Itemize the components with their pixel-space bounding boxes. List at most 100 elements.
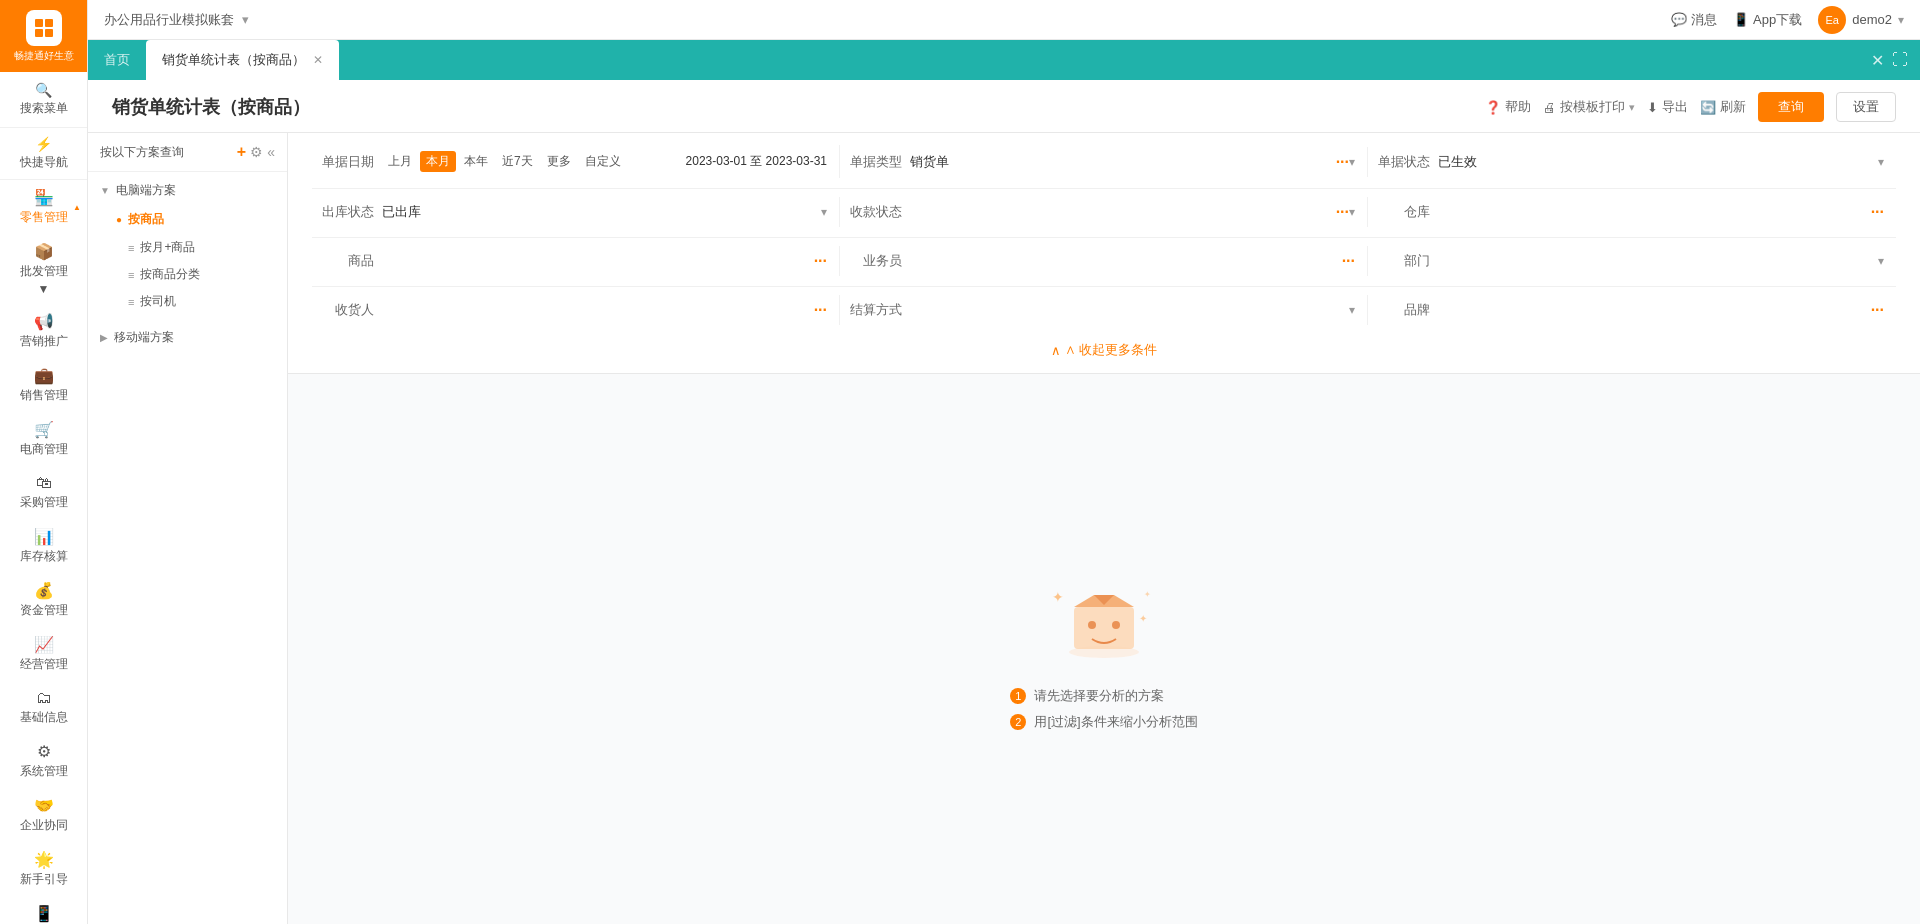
content: 销货单统计表（按商品） ❓ 帮助 🖨 按模板打印 ▾ ⬇ 导出 xyxy=(88,80,1920,924)
filter-row-2: 出库状态 已出库 ▾ 收款状态 ··· ▾ xyxy=(312,188,1896,227)
tab-sales-stats[interactable]: 销货单统计表（按商品） ✕ xyxy=(146,40,339,80)
goods-input[interactable] xyxy=(382,254,810,269)
brand-dots[interactable]: ··· xyxy=(1871,301,1884,319)
scheme-group-mobile-header[interactable]: ▶ 移动端方案 xyxy=(88,323,287,352)
sidebar-item-marketing[interactable]: 📢 营销推广 xyxy=(0,304,87,358)
avatar: Ea xyxy=(1818,6,1846,34)
dept-label: 部门 xyxy=(1368,252,1438,270)
svg-text:✦: ✦ xyxy=(1144,590,1151,599)
salesperson-dots[interactable]: ··· xyxy=(1342,252,1355,270)
scheme-panel-actions: + ⚙ « xyxy=(237,143,275,161)
payment-method-arrow[interactable]: ▾ xyxy=(1349,303,1355,317)
date-value-area: 上月 本月 本年 近7天 更多 自定义 2023-03-01 至 2023-03… xyxy=(382,151,827,172)
topbar: 办公用品行业模拟账套 ▾ 💬 消息 📱 App下载 Ea demo2 ▾ xyxy=(88,0,1920,40)
goods-dots[interactable]: ··· xyxy=(814,252,827,270)
sidebar-item-enterprise[interactable]: 🤝 企业协同 xyxy=(0,788,87,842)
filter-cell-payment-method: 结算方式 ▾ xyxy=(840,295,1368,325)
active-dot: ● xyxy=(116,214,122,225)
recipient-value-area: ··· xyxy=(382,301,827,319)
date-tab-7days[interactable]: 近7天 xyxy=(496,151,539,172)
tab-home[interactable]: 首页 xyxy=(88,40,146,80)
inventory-icon: 📊 xyxy=(34,527,54,546)
filter-cell-dept: 部门 ▾ xyxy=(1368,246,1896,276)
scheme-sub-category[interactable]: ≡ 按商品分类 xyxy=(88,261,287,288)
brand-label: 品牌 xyxy=(1368,301,1438,319)
sidebar-item-retail[interactable]: 🏪 零售管理 xyxy=(0,180,87,234)
sidebar-item-operation[interactable]: 📈 经营管理 xyxy=(0,627,87,681)
doc-status-arrow[interactable]: ▾ xyxy=(1878,155,1884,169)
filter-cell-goods: 商品 ··· xyxy=(312,246,840,276)
doc-type-value-area: 销货单 ··· ▾ xyxy=(910,153,1355,171)
scheme-sub-driver[interactable]: ≡ 按司机 xyxy=(88,288,287,315)
messages-btn[interactable]: 💬 消息 xyxy=(1671,11,1717,29)
sidebar-quick-nav[interactable]: ⚡ 快捷导航 xyxy=(0,128,87,180)
doc-status-label: 单据状态 xyxy=(1368,153,1438,171)
workspace-arrow[interactable]: ▾ xyxy=(242,12,249,27)
scheme-sub-month-goods[interactable]: ≡ 按月+商品 xyxy=(88,234,287,261)
sidebar-item-finance[interactable]: 💰 资金管理 xyxy=(0,573,87,627)
template-print-label: 按模板打印 xyxy=(1560,98,1625,116)
window-close-btn[interactable]: ✕ xyxy=(1871,51,1884,70)
help-btn[interactable]: ❓ 帮助 xyxy=(1485,98,1531,116)
app-download-btn[interactable]: 📱 App下载 xyxy=(1733,11,1802,29)
date-tab-more[interactable]: 更多 xyxy=(541,151,577,172)
salesperson-input[interactable] xyxy=(910,254,1338,269)
dept-arrow[interactable]: ▾ xyxy=(1878,254,1884,268)
brand-input[interactable] xyxy=(1438,303,1867,318)
tab-close-btn[interactable]: ✕ xyxy=(313,53,323,67)
recipient-dots[interactable]: ··· xyxy=(814,301,827,319)
sidebar-item-purchase[interactable]: 🛍 采购管理 xyxy=(0,466,87,519)
refresh-btn[interactable]: 🔄 刷新 xyxy=(1700,98,1746,116)
sidebar-item-wholesale-label: 批发管理 xyxy=(20,263,68,280)
payment-status-dots[interactable]: ··· xyxy=(1336,203,1349,221)
filter-cell-date: 单据日期 上月 本月 本年 近7天 更多 自定义 20 xyxy=(312,145,840,178)
data-area: ✦ ✦ ✦ 1 请先选择要分析的方案 2 用[过滤]条件来缩小分析范围 xyxy=(288,374,1920,924)
date-tab-custom[interactable]: 自定义 xyxy=(579,151,627,172)
warehouse-dots[interactable]: ··· xyxy=(1871,203,1884,221)
export-label: 导出 xyxy=(1662,98,1688,116)
out-status-arrow[interactable]: ▾ xyxy=(821,205,827,219)
window-expand-btn[interactable]: ⛶ xyxy=(1892,51,1908,69)
query-btn[interactable]: 查询 xyxy=(1758,92,1824,122)
sidebar-item-marketing-label: 营销推广 xyxy=(20,333,68,350)
warehouse-input[interactable] xyxy=(1438,205,1867,220)
scheme-item-by-goods[interactable]: ● 按商品 xyxy=(88,205,287,234)
sidebar-item-guide[interactable]: 🌟 新手引导 xyxy=(0,842,87,896)
payment-status-arrow[interactable]: ▾ xyxy=(1349,205,1355,219)
date-tab-last-month[interactable]: 上月 xyxy=(382,151,418,172)
settings-btn[interactable]: 设置 xyxy=(1836,92,1896,122)
sidebar-item-retail-label: 零售管理 xyxy=(20,209,68,226)
sidebar-item-wholesale[interactable]: 📦 批发管理 xyxy=(0,234,87,304)
svg-point-6 xyxy=(1088,621,1096,629)
recipient-input[interactable] xyxy=(382,303,810,318)
group-pc-label: 电脑端方案 xyxy=(116,182,176,199)
doc-type-dots[interactable]: ··· xyxy=(1336,153,1349,171)
scheme-sub-month-goods-label: 按月+商品 xyxy=(140,239,195,256)
user-area[interactable]: Ea demo2 ▾ xyxy=(1818,6,1904,34)
sidebar-item-ecommerce[interactable]: 🛒 电商管理 xyxy=(0,412,87,466)
scheme-config-btn[interactable]: ⚙ xyxy=(250,144,263,160)
scheme-group-pc-header[interactable]: ▼ 电脑端方案 xyxy=(88,176,287,205)
date-tab-this-year[interactable]: 本年 xyxy=(458,151,494,172)
sidebar-item-inventory[interactable]: 📊 库存核算 xyxy=(0,519,87,573)
scheme-collapse-btn[interactable]: « xyxy=(267,144,275,160)
sidebar-item-apps[interactable]: 📱 应用中心 xyxy=(0,896,87,924)
dept-input[interactable] xyxy=(1438,254,1878,269)
payment-method-label: 结算方式 xyxy=(840,301,910,319)
payment-status-input[interactable] xyxy=(910,205,1332,220)
sidebar-quick-nav-label: 快捷导航 xyxy=(0,154,87,171)
sidebar-item-basic[interactable]: 🗂 基础信息 xyxy=(0,681,87,734)
doc-type-arrow[interactable]: ▾ xyxy=(1349,155,1355,169)
date-tab-this-month[interactable]: 本月 xyxy=(420,151,456,172)
filter-cell-brand: 品牌 ··· xyxy=(1368,295,1896,325)
collapse-btn[interactable]: ∧ ∧ 收起更多条件 xyxy=(312,335,1896,365)
sidebar-search-menu[interactable]: 🔍 畅捷通好生意 搜索菜单 xyxy=(0,72,87,128)
sidebar-item-system[interactable]: ⚙ 系统管理 xyxy=(0,734,87,788)
scheme-add-btn[interactable]: + xyxy=(237,143,246,161)
payment-method-input[interactable] xyxy=(910,303,1349,318)
filter-row-1: 单据日期 上月 本月 本年 近7天 更多 自定义 20 xyxy=(312,145,1896,178)
filter-cell-salesperson: 业务员 ··· xyxy=(840,246,1368,276)
template-print-btn[interactable]: 🖨 按模板打印 ▾ xyxy=(1543,98,1635,116)
sidebar-item-sales[interactable]: 💼 销售管理 xyxy=(0,358,87,412)
export-btn[interactable]: ⬇ 导出 xyxy=(1647,98,1688,116)
